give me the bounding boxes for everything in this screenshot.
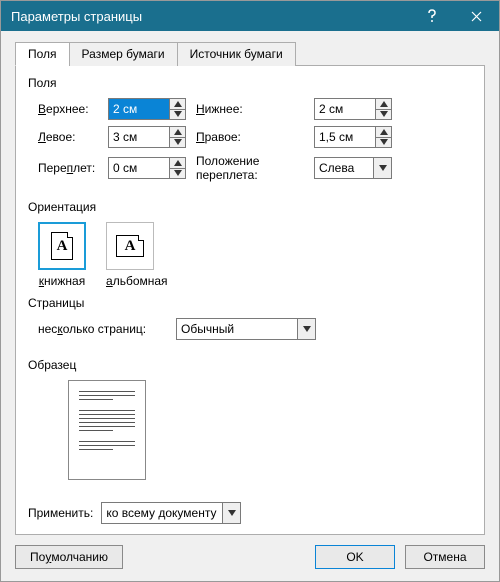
page-portrait-icon: A [51, 232, 73, 260]
label-left: Левое: [38, 130, 100, 144]
tab-panel-margins: Поля Верхнее: Нижнее: Левое: Правое: [15, 65, 485, 535]
ok-button[interactable]: OK [315, 545, 395, 569]
combo-gutter-pos[interactable]: Слева [314, 157, 392, 179]
input-bottom[interactable] [315, 99, 375, 119]
spin-up-icon[interactable] [170, 158, 185, 169]
label-bottom: Нижнее: [196, 102, 306, 116]
spin-up-icon[interactable] [170, 99, 185, 110]
spin-down-icon[interactable] [376, 110, 391, 120]
label-top: Верхнее: [38, 102, 100, 116]
titlebar: Параметры страницы [1, 1, 499, 31]
combo-multiple-pages[interactable]: Обычный [176, 318, 316, 340]
orientation-landscape-label: альбомная [106, 274, 168, 288]
tab-paper-source[interactable]: Источник бумаги [177, 42, 296, 66]
label-multiple-pages: несколько страниц: [38, 322, 168, 336]
input-top[interactable] [109, 99, 169, 119]
label-right: Правое: [196, 130, 306, 144]
orientation-group-label: Ориентация [28, 200, 472, 214]
spin-down-icon[interactable] [170, 110, 185, 120]
help-icon [427, 9, 437, 23]
page-landscape-icon: A [116, 235, 144, 257]
spinner-gutter[interactable] [108, 157, 186, 179]
tab-margins[interactable]: Поля [15, 42, 70, 66]
page-setup-dialog: Параметры страницы Поля Размер бумаги Ис… [0, 0, 500, 582]
orientation-portrait[interactable]: A книжная [38, 222, 86, 288]
chevron-down-icon[interactable] [297, 319, 315, 339]
help-button[interactable] [409, 1, 454, 31]
orientation-portrait-label: книжная [38, 274, 86, 288]
tab-strip: Поля Размер бумаги Источник бумаги [15, 42, 485, 66]
spinner-left[interactable] [108, 126, 186, 148]
spin-down-icon[interactable] [170, 169, 185, 179]
label-gutter-pos: Положение переплета: [196, 154, 306, 182]
pages-group-label: Страницы [28, 296, 472, 310]
label-gutter: Переплет: [38, 161, 100, 175]
close-button[interactable] [454, 1, 499, 31]
page-preview [68, 380, 146, 480]
combo-apply-to[interactable]: ко всему документу [101, 502, 241, 524]
spin-up-icon[interactable] [376, 127, 391, 138]
combo-multiple-pages-value: Обычный [177, 322, 297, 336]
orientation-landscape[interactable]: A альбомная [106, 222, 168, 288]
spinner-top[interactable] [108, 98, 186, 120]
chevron-down-icon[interactable] [222, 503, 240, 523]
combo-apply-to-value: ко всему документу [102, 506, 222, 520]
tab-paper-size[interactable]: Размер бумаги [69, 42, 178, 66]
input-right[interactable] [315, 127, 375, 147]
label-apply-to: Применить: [28, 506, 93, 520]
combo-gutter-pos-value: Слева [315, 161, 373, 175]
dialog-title: Параметры страницы [11, 9, 409, 24]
spin-up-icon[interactable] [376, 99, 391, 110]
chevron-down-icon[interactable] [373, 158, 391, 178]
margins-group-label: Поля [28, 76, 472, 90]
spin-down-icon[interactable] [376, 138, 391, 148]
spin-up-icon[interactable] [170, 127, 185, 138]
spinner-right[interactable] [314, 126, 392, 148]
cancel-button[interactable]: Отмена [405, 545, 485, 569]
preview-group-label: Образец [28, 358, 472, 372]
input-left[interactable] [109, 127, 169, 147]
input-gutter[interactable] [109, 158, 169, 178]
spin-down-icon[interactable] [170, 138, 185, 148]
default-button[interactable]: По умолчанию [15, 545, 123, 569]
close-icon [471, 11, 482, 22]
dialog-footer: По умолчанию OK Отмена [15, 545, 485, 569]
spinner-bottom[interactable] [314, 98, 392, 120]
